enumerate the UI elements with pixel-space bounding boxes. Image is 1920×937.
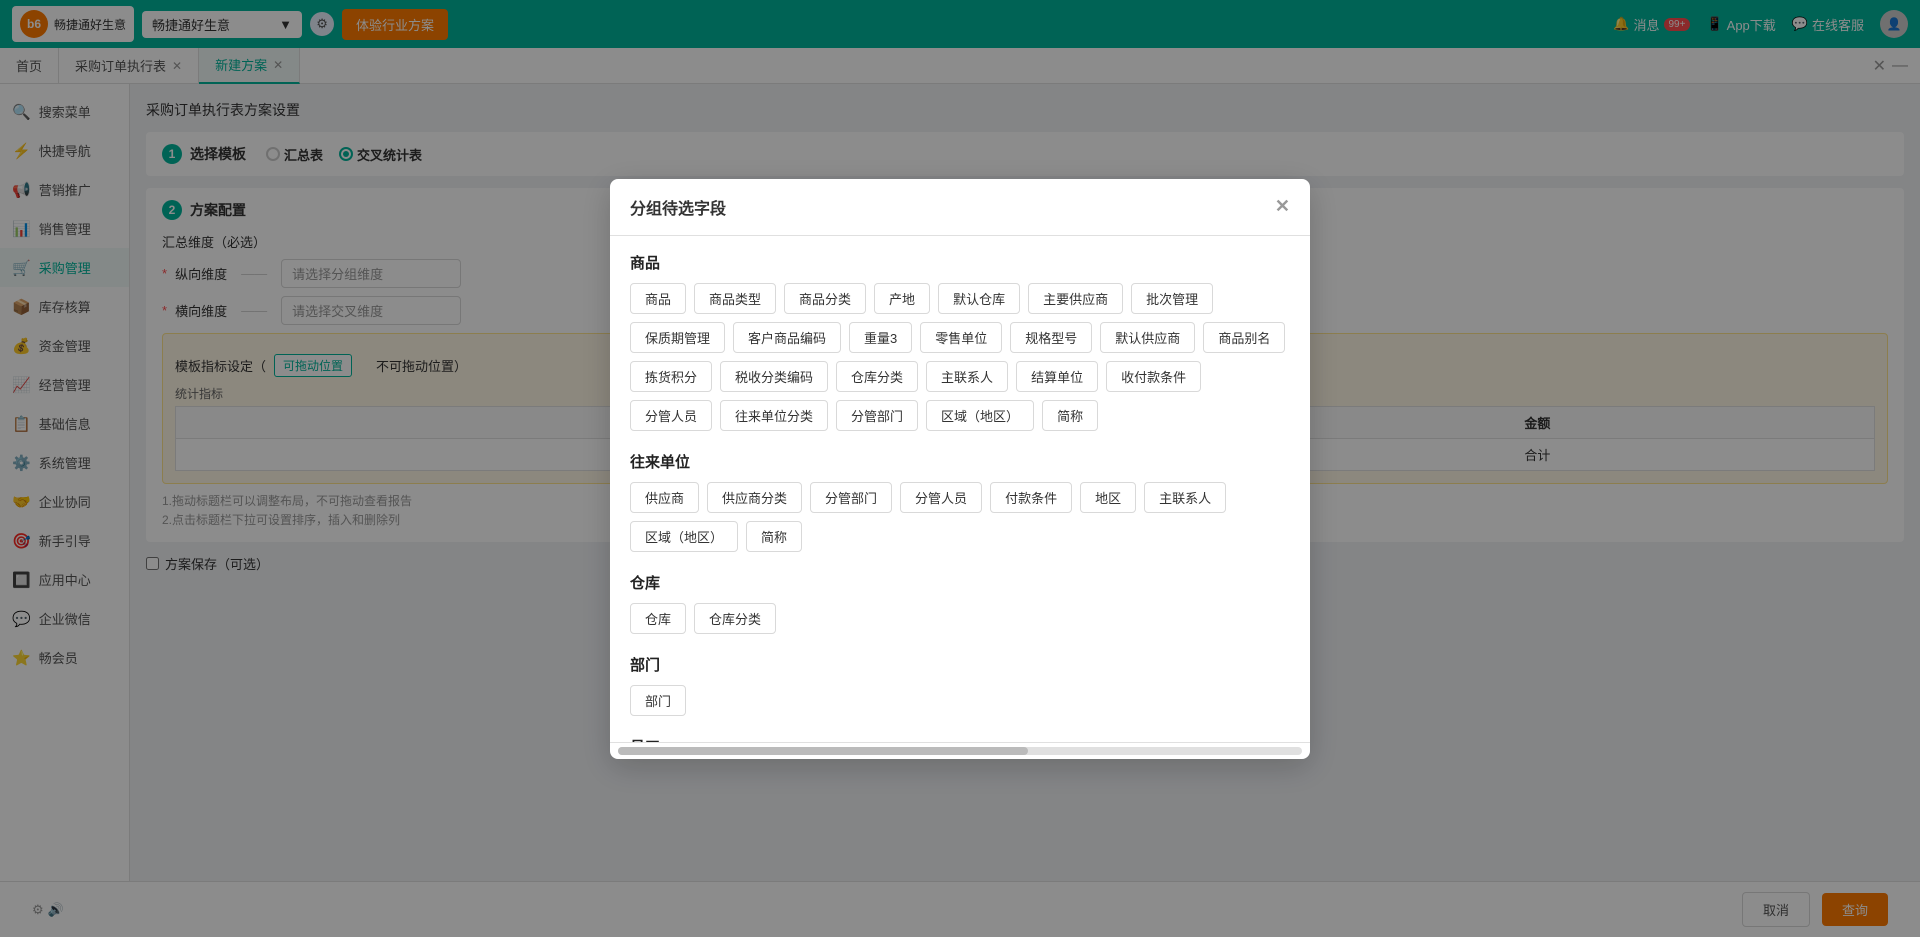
section-dept: 部门 部门: [630, 654, 1290, 716]
field-tag-main-contact[interactable]: 主联系人: [926, 361, 1008, 392]
field-tag-expiry[interactable]: 保质期管理: [630, 322, 725, 353]
field-tag-main-contact2[interactable]: 主联系人: [1144, 482, 1226, 513]
field-tag-default-warehouse[interactable]: 默认仓库: [938, 283, 1020, 314]
field-tag-default-supplier[interactable]: 默认供应商: [1100, 322, 1195, 353]
field-tag-origin[interactable]: 产地: [874, 283, 930, 314]
modal-body: 商品 商品 商品类型 商品分类 产地 默认仓库 主要供应商 批次管理 保质期管理…: [610, 236, 1310, 742]
section-goods: 商品 商品 商品类型 商品分类 产地 默认仓库 主要供应商 批次管理 保质期管理…: [630, 252, 1290, 431]
field-tag-abbr2[interactable]: 简称: [746, 521, 802, 552]
field-tag-area[interactable]: 地区: [1080, 482, 1136, 513]
dept-field-tags: 部门: [630, 685, 1290, 716]
field-tag-goods-alias[interactable]: 商品别名: [1203, 322, 1285, 353]
field-tag-abbr[interactable]: 简称: [1042, 400, 1098, 431]
goods-field-tags: 商品 商品类型 商品分类 产地 默认仓库 主要供应商 批次管理 保质期管理 客户…: [630, 283, 1290, 431]
hscroll-bar: [618, 747, 1302, 755]
field-tag-warehouse[interactable]: 仓库: [630, 603, 686, 634]
modal-overlay: 分组待选字段 ✕ 商品 商品 商品类型 商品分类 产地 默认仓库 主要供应商 批…: [0, 0, 1920, 937]
field-tag-manager2[interactable]: 分管人员: [900, 482, 982, 513]
field-selector-modal: 分组待选字段 ✕ 商品 商品 商品类型 商品分类 产地 默认仓库 主要供应商 批…: [610, 179, 1310, 759]
section-partner: 往来单位 供应商 供应商分类 分管部门 分管人员 付款条件 地区 主联系人 区域…: [630, 451, 1290, 552]
partner-field-tags: 供应商 供应商分类 分管部门 分管人员 付款条件 地区 主联系人 区域（地区） …: [630, 482, 1290, 552]
field-tag-partner-cat[interactable]: 往来单位分类: [720, 400, 828, 431]
field-tag-region[interactable]: 区域（地区）: [926, 400, 1034, 431]
section-warehouse: 仓库 仓库 仓库分类: [630, 572, 1290, 634]
field-tag-main-supplier[interactable]: 主要供应商: [1028, 283, 1123, 314]
field-tag-customer-code[interactable]: 客户商品编码: [733, 322, 841, 353]
section-partner-title: 往来单位: [630, 451, 1290, 472]
field-tag-pick-points[interactable]: 拣货积分: [630, 361, 712, 392]
field-tag-warehouse-cat2[interactable]: 仓库分类: [694, 603, 776, 634]
modal-title: 分组待选字段: [630, 195, 726, 219]
field-tag-manager[interactable]: 分管人员: [630, 400, 712, 431]
field-tag-goods-type[interactable]: 商品类型: [694, 283, 776, 314]
field-tag-payment-terms[interactable]: 收付款条件: [1106, 361, 1201, 392]
field-tag-warehouse-cat[interactable]: 仓库分类: [836, 361, 918, 392]
field-tag-dept-manage2[interactable]: 分管部门: [810, 482, 892, 513]
field-tag-settlement-unit[interactable]: 结算单位: [1016, 361, 1098, 392]
field-tag-supplier[interactable]: 供应商: [630, 482, 699, 513]
hscroll-thumb: [618, 747, 1028, 755]
section-goods-title: 商品: [630, 252, 1290, 273]
field-tag-spec[interactable]: 规格型号: [1010, 322, 1092, 353]
warehouse-field-tags: 仓库 仓库分类: [630, 603, 1290, 634]
field-tag-weight[interactable]: 重量3: [849, 322, 912, 353]
modal-close-button[interactable]: ✕: [1275, 196, 1290, 217]
field-tag-payment-cond[interactable]: 付款条件: [990, 482, 1072, 513]
section-dept-title: 部门: [630, 654, 1290, 675]
field-tag-supplier-cat[interactable]: 供应商分类: [707, 482, 802, 513]
field-tag-dept-manage[interactable]: 分管部门: [836, 400, 918, 431]
field-tag-goods-cat[interactable]: 商品分类: [784, 283, 866, 314]
field-tag-retail-unit[interactable]: 零售单位: [920, 322, 1002, 353]
modal-scrollbar[interactable]: [610, 742, 1310, 759]
field-tag-dept[interactable]: 部门: [630, 685, 686, 716]
field-tag-batch[interactable]: 批次管理: [1131, 283, 1213, 314]
field-tag-tax-code[interactable]: 税收分类编码: [720, 361, 828, 392]
section-warehouse-title: 仓库: [630, 572, 1290, 593]
field-tag-region2[interactable]: 区域（地区）: [630, 521, 738, 552]
modal-header: 分组待选字段 ✕: [610, 179, 1310, 236]
field-tag-goods[interactable]: 商品: [630, 283, 686, 314]
